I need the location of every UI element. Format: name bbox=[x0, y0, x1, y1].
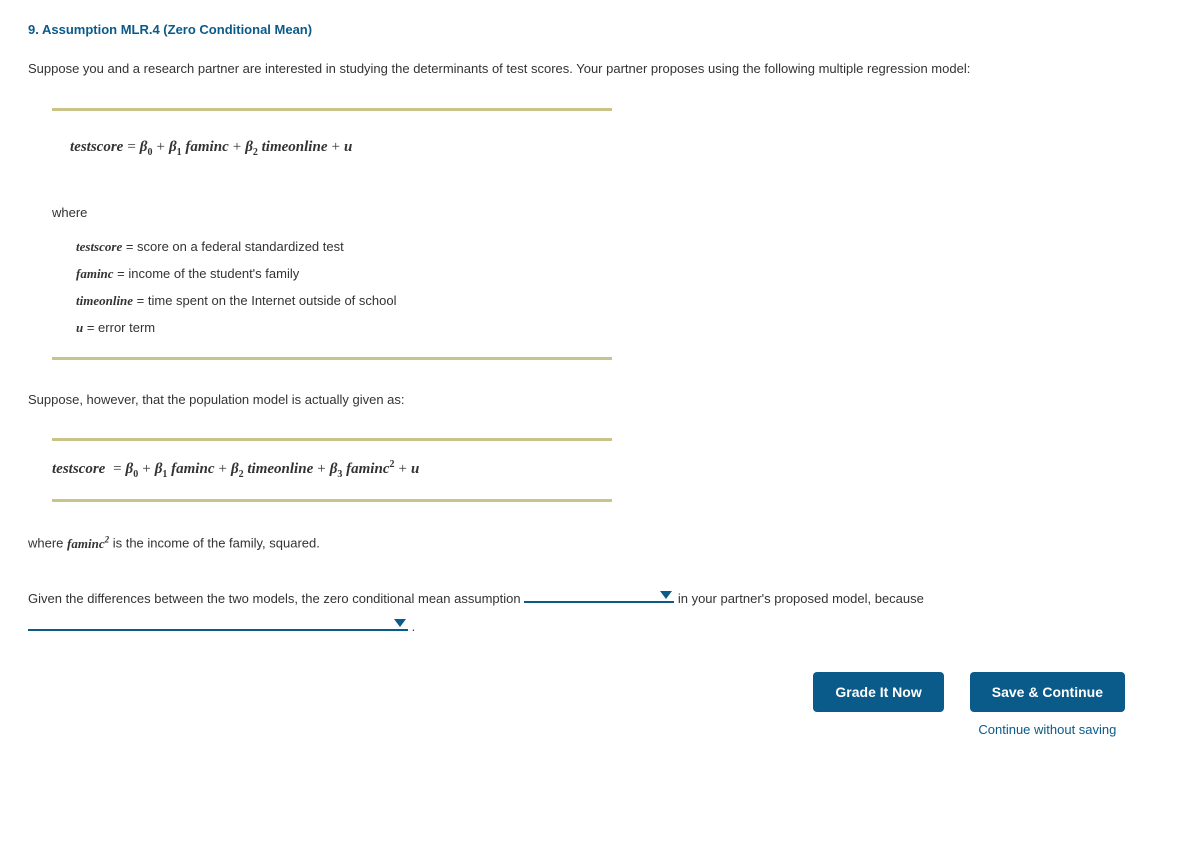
dropdown-blank-1[interactable] bbox=[524, 585, 674, 603]
rule-divider bbox=[52, 357, 612, 360]
definition-desc: = score on a federal standardized test bbox=[122, 239, 344, 254]
where-label: where bbox=[52, 203, 1165, 224]
second-intro-text: Suppose, however, that the population mo… bbox=[28, 390, 1165, 411]
definition-row: testscore = score on a federal standardi… bbox=[76, 237, 1165, 258]
save-continue-button[interactable]: Save & Continue bbox=[970, 672, 1125, 712]
equation-block-2: testscore =β0+β1 faminc+β2 timeonline+β3… bbox=[52, 438, 612, 502]
definition-desc: = income of the student's family bbox=[114, 266, 300, 281]
continue-without-saving-link[interactable]: Continue without saving bbox=[978, 720, 1116, 741]
definition-var: timeonline bbox=[76, 293, 133, 308]
where-squared-text: where faminc2 is the income of the famil… bbox=[28, 532, 1165, 554]
faminc-squared-var: faminc2 bbox=[67, 536, 109, 551]
where2-pre: where bbox=[28, 536, 67, 551]
definition-var: faminc bbox=[76, 266, 114, 281]
dropdown-blank-2[interactable] bbox=[28, 613, 408, 631]
sentence-part-3: . bbox=[412, 619, 416, 634]
sentence-part-2: in your partner's proposed model, becaus… bbox=[678, 591, 924, 606]
definition-desc: = error term bbox=[83, 320, 155, 335]
action-bar: Grade It Now Save & Continue Continue wi… bbox=[28, 672, 1165, 741]
variable-definitions: testscore = score on a federal standardi… bbox=[76, 237, 1165, 338]
chevron-down-icon bbox=[660, 591, 672, 599]
regression-equation-2: testscore =β0+β1 faminc+β2 timeonline+β3… bbox=[52, 441, 612, 499]
definition-var: testscore bbox=[76, 239, 122, 254]
rule-under-defs bbox=[52, 357, 612, 360]
chevron-down-icon bbox=[394, 619, 406, 627]
definition-row: timeonline = time spent on the Internet … bbox=[76, 291, 1165, 312]
equation-block-1: testscore=β0+β1 faminc+β2 timeonline+u bbox=[52, 108, 612, 185]
definition-row: faminc = income of the student's family bbox=[76, 264, 1165, 285]
save-stack: Save & Continue Continue without saving bbox=[970, 672, 1125, 741]
grade-button[interactable]: Grade It Now bbox=[813, 672, 943, 712]
rule-divider bbox=[52, 499, 612, 502]
question-heading: 9. Assumption MLR.4 (Zero Conditional Me… bbox=[28, 20, 1165, 41]
regression-equation-1: testscore=β0+β1 faminc+β2 timeonline+u bbox=[52, 111, 612, 185]
definition-desc: = time spent on the Internet outside of … bbox=[133, 293, 396, 308]
intro-text: Suppose you and a research partner are i… bbox=[28, 59, 1165, 80]
fill-in-sentence: Given the differences between the two mo… bbox=[28, 585, 1165, 642]
sentence-part-1: Given the differences between the two mo… bbox=[28, 591, 524, 606]
where2-post: is the income of the family, squared. bbox=[109, 536, 320, 551]
definition-row: u = error term bbox=[76, 318, 1165, 339]
